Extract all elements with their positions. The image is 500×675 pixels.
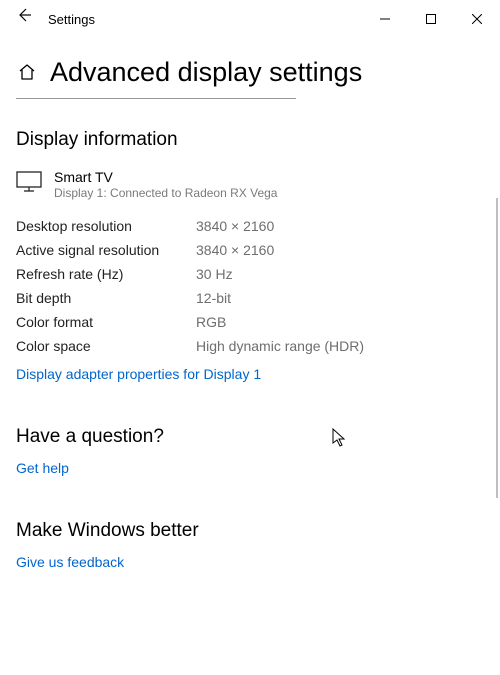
prop-value: 30 Hz	[196, 266, 233, 282]
prop-bit-depth: Bit depth 12-bit	[16, 290, 484, 306]
back-button[interactable]	[6, 0, 42, 38]
display-subtitle: Display 1: Connected to Radeon RX Vega	[54, 186, 277, 200]
page-header: Advanced display settings	[16, 56, 484, 88]
prop-value: 3840 × 2160	[196, 242, 274, 258]
prop-label: Color space	[16, 338, 196, 354]
minimize-icon	[380, 14, 390, 24]
titlebar: Settings	[0, 0, 500, 38]
prop-label: Color format	[16, 314, 196, 330]
monitor-icon	[16, 169, 42, 200]
prop-value: 12-bit	[196, 290, 231, 306]
window-title: Settings	[42, 12, 362, 27]
display-summary: Smart TV Display 1: Connected to Radeon …	[16, 169, 484, 200]
maximize-button[interactable]	[408, 3, 454, 35]
display-name: Smart TV	[54, 169, 277, 185]
window-controls	[362, 3, 500, 35]
prop-value: RGB	[196, 314, 226, 330]
prop-color-space: Color space High dynamic range (HDR)	[16, 338, 484, 354]
make-windows-better-section: Make Windows better Give us feedback	[16, 520, 484, 570]
close-icon	[472, 14, 482, 24]
arrow-left-icon	[16, 7, 32, 23]
prop-desktop-resolution: Desktop resolution 3840 × 2160	[16, 218, 484, 234]
give-us-feedback-link[interactable]: Give us feedback	[16, 554, 484, 570]
have-a-question-heading: Have a question?	[16, 426, 484, 448]
prop-active-signal-resolution: Active signal resolution 3840 × 2160	[16, 242, 484, 258]
prop-refresh-rate: Refresh rate (Hz) 30 Hz	[16, 266, 484, 282]
prop-label: Active signal resolution	[16, 242, 196, 258]
title-underline	[16, 98, 296, 99]
prop-label: Desktop resolution	[16, 218, 196, 234]
page-body: Advanced display settings Display inform…	[0, 38, 500, 675]
page-title: Advanced display settings	[50, 56, 362, 88]
display-properties: Desktop resolution 3840 × 2160 Active si…	[16, 218, 484, 354]
make-windows-better-heading: Make Windows better	[16, 520, 484, 542]
minimize-button[interactable]	[362, 3, 408, 35]
display-adapter-properties-link[interactable]: Display adapter properties for Display 1	[16, 366, 484, 382]
prop-value: High dynamic range (HDR)	[196, 338, 364, 354]
have-a-question-section: Have a question? Get help	[16, 426, 484, 476]
prop-label: Refresh rate (Hz)	[16, 266, 196, 282]
display-information-heading: Display information	[16, 129, 484, 151]
prop-label: Bit depth	[16, 290, 196, 306]
home-icon	[17, 62, 37, 82]
close-button[interactable]	[454, 3, 500, 35]
home-button[interactable]	[16, 62, 38, 82]
prop-color-format: Color format RGB	[16, 314, 484, 330]
get-help-link[interactable]: Get help	[16, 460, 484, 476]
scrollbar[interactable]	[496, 198, 498, 498]
maximize-icon	[426, 14, 436, 24]
prop-value: 3840 × 2160	[196, 218, 274, 234]
